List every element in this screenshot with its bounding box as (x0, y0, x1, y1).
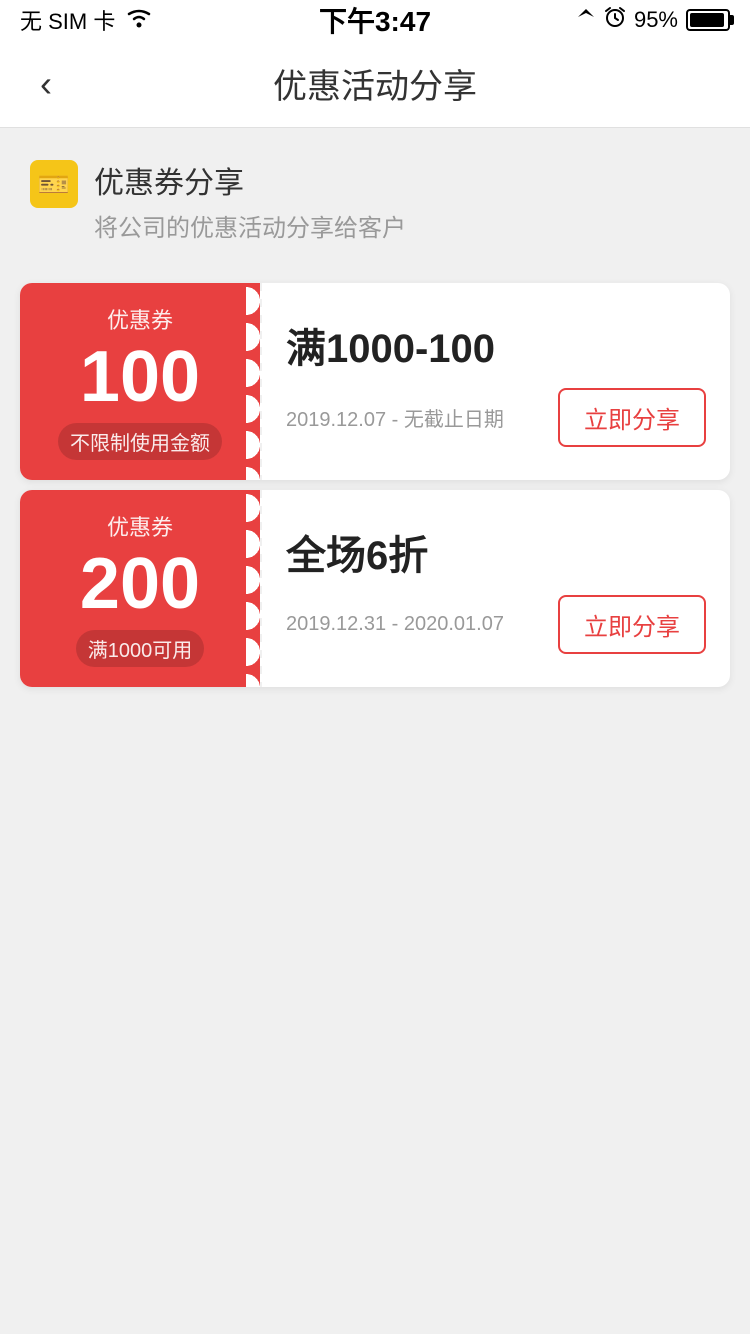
section-subtitle: 将公司的优惠活动分享给客户 (94, 208, 406, 243)
coupon-date-1: 2019.12.31 - 2020.01.07 (286, 613, 548, 636)
coupon-label-1: 优惠券 (107, 510, 173, 542)
status-left: 无 SIM 卡 (20, 4, 153, 36)
carrier-text: 无 SIM 卡 (20, 4, 115, 36)
coupon-list: 优惠券 100 不限制使用金额 满1000-100 2019.12.07 - 无… (0, 263, 750, 707)
section-header: 🎫 优惠券分享 将公司的优惠活动分享给客户 (0, 128, 750, 263)
coupon-amount-1: 200 (80, 548, 200, 620)
coupon-card: 优惠券 200 满1000可用 全场6折 2019.12.31 - 2020.0… (20, 490, 730, 687)
section-title: 优惠券分享 (94, 158, 406, 202)
coupon-left-1: 优惠券 200 满1000可用 (20, 490, 260, 687)
coupon-name-1: 全场6折 (286, 523, 706, 581)
coupon-left-0: 优惠券 100 不限制使用金额 (20, 283, 260, 480)
coupon-right-0: 满1000-100 2019.12.07 - 无截止日期 立即分享 (262, 283, 730, 480)
coupon-condition-0: 不限制使用金额 (58, 423, 222, 460)
nav-bar: ‹ 优惠活动分享 (0, 40, 750, 128)
coupon-date-0: 2019.12.07 - 无截止日期 (286, 403, 548, 432)
coupon-right-1: 全场6折 2019.12.31 - 2020.01.07 立即分享 (262, 490, 730, 687)
back-button[interactable]: ‹ (30, 53, 62, 115)
battery-fill (690, 13, 724, 27)
section-text-group: 优惠券分享 将公司的优惠活动分享给客户 (94, 158, 406, 243)
battery-percentage: 95% (634, 7, 678, 33)
alarm-icon (604, 6, 626, 34)
status-bar: 无 SIM 卡 下午3:47 95% (0, 0, 750, 40)
status-time: 下午3:47 (319, 0, 431, 40)
share-button-1[interactable]: 立即分享 (558, 595, 706, 654)
coupon-amount-0: 100 (80, 341, 200, 413)
section-icon: 🎫 (30, 160, 78, 208)
coupon-meta-1: 2019.12.31 - 2020.01.07 立即分享 (286, 595, 706, 654)
wifi-icon (125, 6, 153, 34)
page-title: 优惠活动分享 (273, 59, 477, 108)
status-right: 95% (576, 6, 730, 34)
coupon-condition-1: 满1000可用 (76, 630, 205, 667)
location-icon (576, 7, 596, 33)
empty-area (0, 707, 750, 1307)
coupon-card: 优惠券 100 不限制使用金额 满1000-100 2019.12.07 - 无… (20, 283, 730, 480)
share-button-0[interactable]: 立即分享 (558, 388, 706, 447)
coupon-meta-0: 2019.12.07 - 无截止日期 立即分享 (286, 388, 706, 447)
coupon-name-0: 满1000-100 (286, 316, 706, 374)
coupon-label-0: 优惠券 (107, 303, 173, 335)
battery-icon (686, 9, 730, 31)
